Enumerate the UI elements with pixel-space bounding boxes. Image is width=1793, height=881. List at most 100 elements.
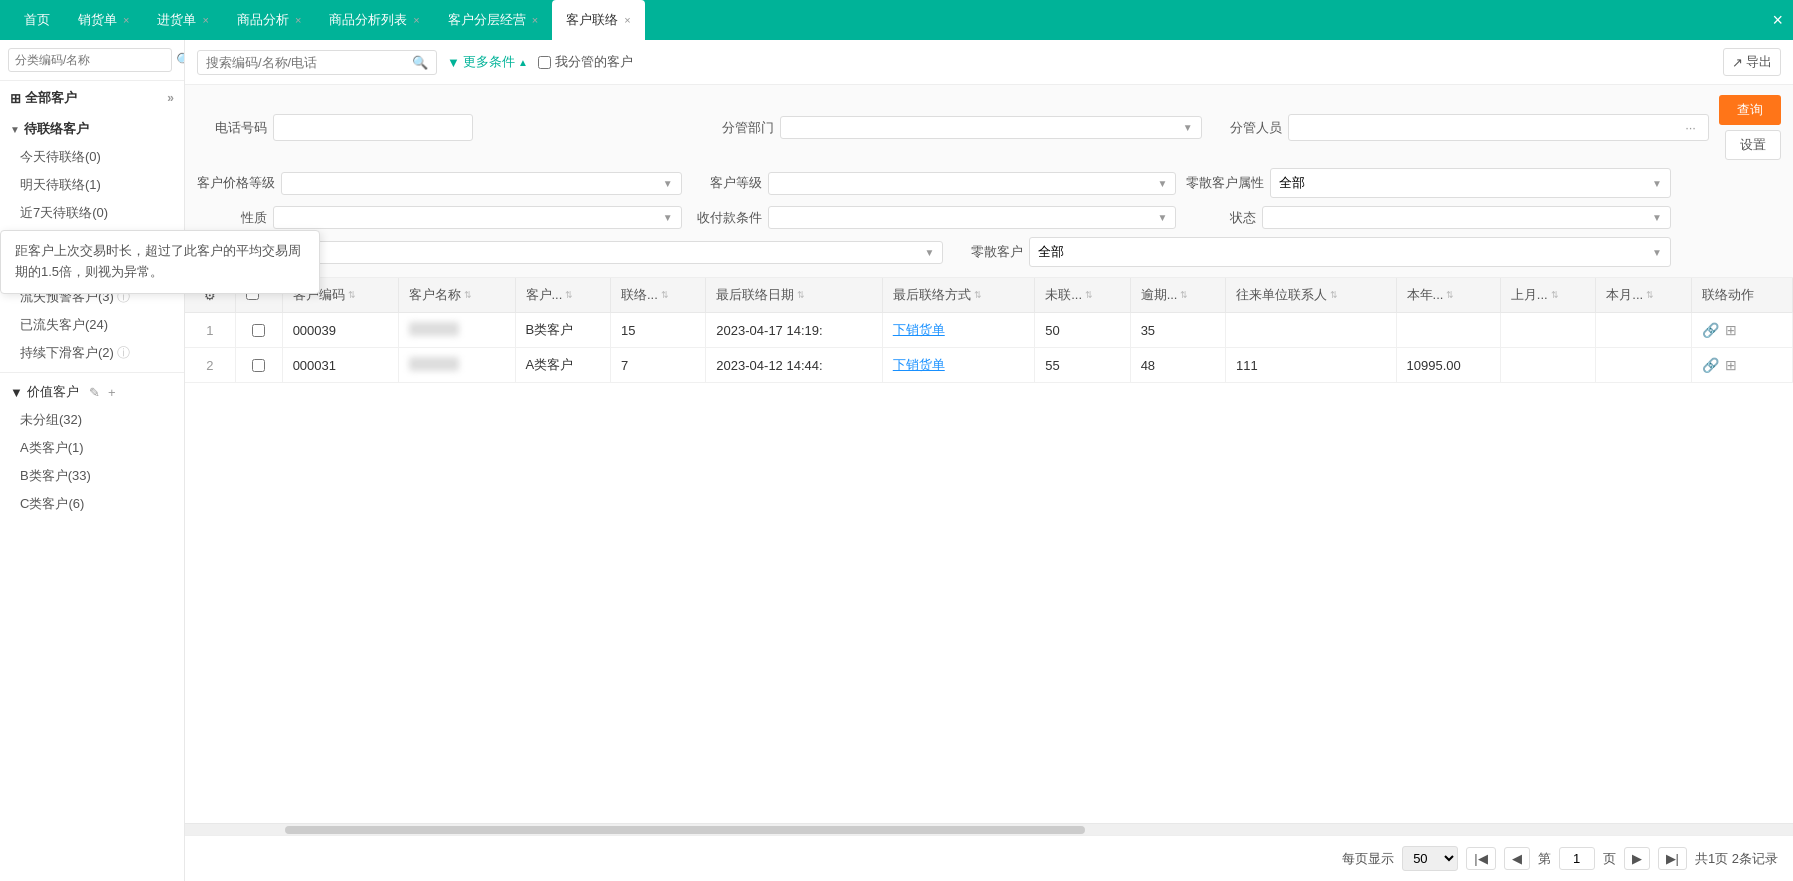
dept-select[interactable]: ▼ [780, 116, 1201, 139]
nav-customer-seg-close[interactable]: × [532, 14, 538, 26]
row1-link-icon[interactable]: 🔗 [1702, 322, 1719, 338]
page-first-btn[interactable]: |◀ [1466, 847, 1495, 870]
row1-index: 1 [185, 313, 235, 348]
filter-customer-type: 客户类型 ▼ [226, 241, 944, 264]
page-prev-btn[interactable]: ◀ [1504, 847, 1530, 870]
filter-icon: ▼ [447, 55, 460, 70]
row2-checkbox[interactable] [235, 348, 282, 383]
per-page-label: 每页显示 [1342, 850, 1394, 868]
sidebar-item-7days[interactable]: 近7天待联络(0) [0, 199, 184, 227]
grade-sort-icon[interactable]: ⇅ [565, 290, 573, 300]
sidebar-all-customers[interactable]: ⊞ 全部客户 » [0, 81, 184, 115]
this-month-sort-icon[interactable]: ⇅ [1646, 290, 1654, 300]
phone-input[interactable] [273, 114, 473, 141]
date-sort-icon[interactable]: ⇅ [797, 290, 805, 300]
search-icon[interactable]: 🔍 [412, 55, 428, 70]
nav-product-list[interactable]: 商品分析列表 × [315, 0, 433, 40]
row1-last-method[interactable]: 下销货单 [882, 313, 1034, 348]
row2-last-method[interactable]: 下销货单 [882, 348, 1034, 383]
nav-product-list-close[interactable]: × [413, 14, 419, 26]
row2-last-date: 2023-04-12 14:44: [706, 348, 882, 383]
row2-linked-person: 111 [1226, 348, 1397, 383]
nav-home[interactable]: 首页 [10, 0, 64, 40]
status-select[interactable]: ▼ [1262, 206, 1671, 229]
price-grade-arrow: ▼ [663, 178, 673, 189]
page-next-btn[interactable]: ▶ [1624, 847, 1650, 870]
add-icon[interactable]: + [108, 385, 116, 400]
sidebar-item-ungroup[interactable]: 未分组(32) [0, 406, 184, 434]
person-dots[interactable]: ··· [1681, 120, 1700, 135]
page-last-btn[interactable]: ▶| [1658, 847, 1687, 870]
horizontal-scrollbar[interactable] [185, 823, 1793, 835]
per-page-select[interactable]: 50 10 20 100 [1402, 846, 1458, 871]
code-sort-icon[interactable]: ⇅ [348, 290, 356, 300]
grade-label: 客户等级 [692, 174, 762, 192]
grade-select[interactable]: ▼ [768, 172, 1177, 195]
page-input[interactable] [1559, 847, 1595, 870]
sidebar-item-today[interactable]: 今天待联络(0) [0, 143, 184, 171]
person-label: 分管人员 [1212, 119, 1282, 137]
nav-customer-contact-close[interactable]: × [624, 14, 630, 26]
overdue-sort-icon[interactable]: ⇅ [1180, 290, 1188, 300]
sidebar-pending-group[interactable]: ▼ 待联络客户 [0, 115, 184, 143]
pay-term-arrow: ▼ [1157, 212, 1167, 223]
nav-customer-seg[interactable]: 客户分层经营 × [434, 0, 552, 40]
price-grade-select[interactable]: ▼ [281, 172, 682, 195]
sidebar-item-tomorrow[interactable]: 明天待联络(1) [0, 171, 184, 199]
phone-label: 电话号码 [197, 119, 267, 137]
window-close-button[interactable]: × [1772, 11, 1783, 29]
zero-attr-select[interactable]: 全部 ▼ [1270, 168, 1671, 198]
pay-term-select[interactable]: ▼ [768, 206, 1177, 229]
nav-sales-close[interactable]: × [123, 14, 129, 26]
sidebar-item-a-class[interactable]: A类客户(1) [0, 434, 184, 462]
col-uncontacted: 未联... ⇅ [1035, 278, 1130, 313]
sidebar-item-declining[interactable]: 持续下滑客户(2) ⓘ [0, 339, 184, 367]
gender-select[interactable]: ▼ [273, 206, 682, 229]
more-conditions-btn[interactable]: ▼ 更多条件 ▲ [447, 53, 528, 71]
sidebar-item-b-class[interactable]: B类客户(33) [0, 462, 184, 490]
arrow-down-icon-2: ▼ [10, 385, 23, 400]
name-sort-icon[interactable]: ⇅ [464, 290, 472, 300]
last-month-sort-icon[interactable]: ⇅ [1551, 290, 1559, 300]
query-button[interactable]: 查询 [1719, 95, 1781, 125]
uncontacted-sort-icon[interactable]: ⇅ [1085, 290, 1093, 300]
sidebar-search-input[interactable] [8, 48, 172, 72]
search-input[interactable] [206, 55, 408, 70]
contact-sort-icon[interactable]: ⇅ [661, 290, 669, 300]
sidebar-search-icon[interactable]: 🔍 [176, 52, 185, 68]
row2-grade: A类客户 [515, 348, 610, 383]
search-wrap: 🔍 [197, 50, 437, 75]
person-select[interactable]: ··· [1288, 114, 1709, 141]
table-row: 2 000031 A类客户 7 2023-04-12 14:44: 下销货单 5… [185, 348, 1793, 383]
row2-index: 2 [185, 348, 235, 383]
year-sort-icon[interactable]: ⇅ [1446, 290, 1454, 300]
zero-customer-select[interactable]: 全部 ▼ [1029, 237, 1671, 267]
row2-grid-icon[interactable]: ⊞ [1725, 357, 1737, 373]
sidebar-item-c-class[interactable]: C类客户(6) [0, 490, 184, 518]
scrollbar-thumb[interactable] [285, 826, 1085, 834]
export-button[interactable]: ↗ 导出 [1723, 48, 1781, 76]
col-last-date: 最后联络日期 ⇅ [706, 278, 882, 313]
person-sort-icon[interactable]: ⇅ [1330, 290, 1338, 300]
method-sort-icon[interactable]: ⇅ [974, 290, 982, 300]
sidebar-value-header[interactable]: ▼ 价值客户 ✎ + [0, 378, 184, 406]
nav-sales[interactable]: 销货单 × [64, 0, 143, 40]
nav-purchase-close[interactable]: × [202, 14, 208, 26]
sidebar-item-lost[interactable]: 已流失客户(24) [0, 311, 184, 339]
settings-button[interactable]: 设置 [1725, 130, 1781, 160]
row1-grid-icon[interactable]: ⊞ [1725, 322, 1737, 338]
col-linked-person: 往来单位联系人 ⇅ [1226, 278, 1397, 313]
nav-customer-contact[interactable]: 客户联络 × [552, 0, 644, 40]
edit-icon[interactable]: ✎ [89, 385, 100, 400]
sidebar-collapse-icon[interactable]: » [167, 91, 174, 105]
my-customers-checkbox[interactable] [538, 56, 551, 69]
nav-purchase[interactable]: 进货单 × [143, 0, 222, 40]
row1-checkbox[interactable] [235, 313, 282, 348]
nav-product-analysis-close[interactable]: × [295, 14, 301, 26]
customer-type-select[interactable]: ▼ [302, 241, 944, 264]
my-customers-toggle[interactable]: 我分管的客户 [538, 53, 633, 71]
row1-this-month [1596, 313, 1691, 348]
nav-product-analysis[interactable]: 商品分析 × [223, 0, 315, 40]
main-layout: 🔍 ⊞ 全部客户 » ▼ 待联络客户 今天待联络(0) 明天待联络(1) 近7 [0, 40, 1793, 881]
row2-link-icon[interactable]: 🔗 [1702, 357, 1719, 373]
